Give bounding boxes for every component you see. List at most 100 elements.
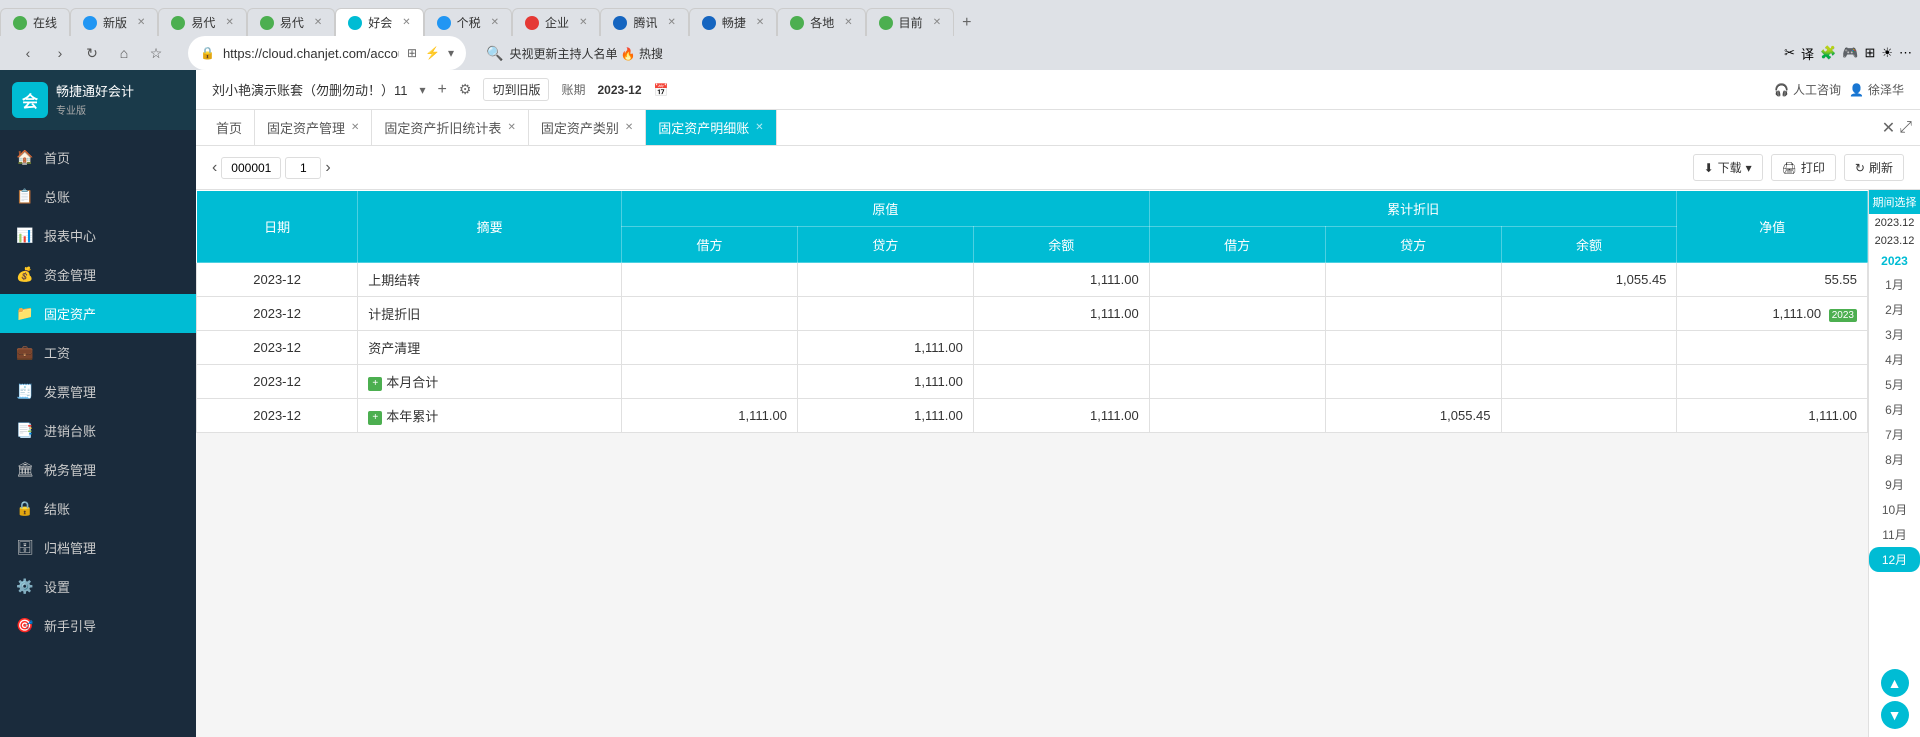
period-month-5[interactable]: 5月 <box>1869 372 1920 397</box>
game-btn[interactable]: 🎮 <box>1842 45 1858 61</box>
prev-page-btn[interactable]: ‹ <box>212 159 217 177</box>
print-btn[interactable]: 🖨 打印 <box>1771 154 1836 181</box>
sidebar-item-ledger[interactable]: 📋 总账 <box>0 177 196 216</box>
period-month-9[interactable]: 9月 <box>1869 472 1920 497</box>
tab-depreciation-stats[interactable]: 固定资产折旧统计表 ✕ <box>372 110 528 145</box>
collapse-btn[interactable]: ✕ <box>1882 118 1895 138</box>
sidebar-item-guide[interactable]: 🎯 新手引导 <box>0 606 196 645</box>
back-button[interactable]: ‹ <box>16 41 40 65</box>
calendar-icon[interactable]: 📅 <box>654 83 669 97</box>
browser-tab-muqian[interactable]: 目前 ✕ <box>866 8 954 36</box>
bookmark-button[interactable]: ☆ <box>144 41 168 65</box>
tab-asset-category[interactable]: 固定资产类别 ✕ <box>529 110 646 145</box>
cell-accum-debit <box>1149 399 1325 433</box>
home-icon: 🏠 <box>16 149 34 167</box>
period-label: 账期 <box>561 81 585 98</box>
sidebar-item-salary[interactable]: 💼 工资 <box>0 333 196 372</box>
tab-fixed-assets-mgmt[interactable]: 固定资产管理 ✕ <box>255 110 372 145</box>
sidebar-item-home[interactable]: 🏠 首页 <box>0 138 196 177</box>
period-month-6[interactable]: 6月 <box>1869 397 1920 422</box>
browser-tab-geshui[interactable]: 个税 ✕ <box>424 8 512 36</box>
browser-tab-zaixin[interactable]: 在线 <box>0 8 70 36</box>
sidebar-item-archive[interactable]: 🗄 归档管理 <box>0 528 196 567</box>
address-bar: 🔒 ⊞ ⚡ ▾ <box>188 36 466 70</box>
sidebar-item-fixed-assets[interactable]: 📁 固定资产 <box>0 294 196 333</box>
period-month-11[interactable]: 11月 <box>1869 522 1920 547</box>
cell-orig-credit <box>797 263 973 297</box>
next-page-btn[interactable]: › <box>325 159 330 177</box>
period-month-2[interactable]: 2月 <box>1869 297 1920 322</box>
sidebar-item-invoice[interactable]: 🧾 发票管理 <box>0 372 196 411</box>
forward-button[interactable]: › <box>48 41 72 65</box>
refresh-btn[interactable]: ↻ 刷新 <box>1844 154 1904 181</box>
dropdown-icon[interactable]: ▾ <box>448 46 454 60</box>
sidebar-item-capital[interactable]: 💰 资金管理 <box>0 255 196 294</box>
browser-tab-changjie[interactable]: 畅捷 ✕ <box>689 8 777 36</box>
col-original-value: 原值 <box>622 191 1150 227</box>
sidebar-item-tax[interactable]: 🏛 税务管理 <box>0 450 196 489</box>
period-year-label[interactable]: 2023 <box>1869 250 1920 272</box>
col-net-value: 净值 <box>1677 191 1868 263</box>
table-row: 2023-12 上期结转 1,111.00 1,055.45 55.55 <box>197 263 1868 297</box>
extension-btn[interactable]: 🧩 <box>1820 45 1836 61</box>
download-btn[interactable]: ⬇ 下载 ▾ <box>1693 154 1763 181</box>
reload-button[interactable]: ↻ <box>80 41 104 65</box>
scroll-down-btn[interactable]: ▼ <box>1881 701 1909 729</box>
page-number-input[interactable] <box>221 157 281 179</box>
period-month-1[interactable]: 1月 <box>1869 272 1920 297</box>
browser-tab-yidai1[interactable]: 易代 ✕ <box>158 8 246 36</box>
scroll-up-btn[interactable]: ▲ <box>1881 669 1909 697</box>
browser-tab-gedi[interactable]: 各地 ✕ <box>777 8 865 36</box>
period-month-12[interactable]: 12月 <box>1869 547 1920 572</box>
close-tab-depreciation-stats[interactable]: ✕ <box>507 122 515 133</box>
cell-date: 2023-12 <box>197 263 358 297</box>
ssl-icon: 🔒 <box>200 46 215 60</box>
close-tab-asset-detail-ledger[interactable]: ✕ <box>755 122 763 133</box>
new-tab-button[interactable]: + <box>954 10 979 36</box>
translate-btn[interactable]: 译 <box>1801 44 1814 63</box>
browser-tab-haohui[interactable]: 好会 ✕ <box>335 8 423 36</box>
cell-net-value <box>1677 365 1868 399</box>
user-profile[interactable]: 👤 徐泽华 <box>1849 81 1904 98</box>
brightness-btn[interactable]: ☀ <box>1881 45 1893 61</box>
sidebar-item-purchase-sales[interactable]: 📑 进销台账 <box>0 411 196 450</box>
scissors-btn[interactable]: ✂ <box>1784 45 1795 61</box>
home-button[interactable]: ⌂ <box>112 41 136 65</box>
grid-btn[interactable]: ⊞ <box>1864 45 1875 61</box>
expand-btn[interactable]: ⤢ <box>1899 119 1912 137</box>
tab-asset-detail-ledger[interactable]: 固定资产明细账 ✕ <box>646 110 776 145</box>
browser-tab-tencent[interactable]: 腾讯 ✕ <box>600 8 688 36</box>
table-row: 2023-12 计提折旧 1,111.00 1,111.00 <box>197 297 1868 331</box>
settings-btn2[interactable]: ⚙ <box>459 81 472 98</box>
tab-home[interactable]: 首页 <box>204 110 255 145</box>
version-switch-btn[interactable]: 切到旧版 <box>483 78 549 101</box>
sidebar-item-closing[interactable]: 🔒 结账 <box>0 489 196 528</box>
sidebar-item-settings[interactable]: ⚙️ 设置 <box>0 567 196 606</box>
browser-tab-qiye[interactable]: 企业 ✕ <box>512 8 600 36</box>
close-tab-fixed-assets-mgmt[interactable]: ✕ <box>351 122 359 133</box>
browser-tab-yidai2[interactable]: 易代 ✕ <box>247 8 335 36</box>
col-summary: 摘要 <box>358 191 622 263</box>
dropdown-arrow[interactable]: ▾ <box>420 83 426 97</box>
cell-orig-credit: 1,111.00 <box>797 331 973 365</box>
download-arrow[interactable]: ▾ <box>1746 161 1752 175</box>
period-month-8[interactable]: 8月 <box>1869 447 1920 472</box>
logo-icon: 会 <box>12 82 48 118</box>
download-icon: ⬇ <box>1704 161 1714 175</box>
sidebar-item-reports[interactable]: 📊 报表中心 <box>0 216 196 255</box>
cell-orig-balance <box>973 331 1149 365</box>
page-index-input[interactable] <box>285 157 321 179</box>
add-company-btn[interactable]: + <box>438 81 447 99</box>
period-month-3[interactable]: 3月 <box>1869 322 1920 347</box>
col-accum-debit: 借方 <box>1149 227 1325 263</box>
period-month-10[interactable]: 10月 <box>1869 497 1920 522</box>
close-tab-asset-category[interactable]: ✕ <box>625 122 633 133</box>
help-btn[interactable]: 🎧 人工咨询 <box>1774 81 1841 98</box>
cell-accum-debit <box>1149 331 1325 365</box>
cell-orig-credit <box>797 297 973 331</box>
address-input[interactable] <box>223 46 399 61</box>
browser-tab-xinban[interactable]: 新版 ✕ <box>70 8 158 36</box>
period-month-4[interactable]: 4月 <box>1869 347 1920 372</box>
period-month-7[interactable]: 7月 <box>1869 422 1920 447</box>
settings-btn[interactable]: ⋯ <box>1899 45 1912 61</box>
